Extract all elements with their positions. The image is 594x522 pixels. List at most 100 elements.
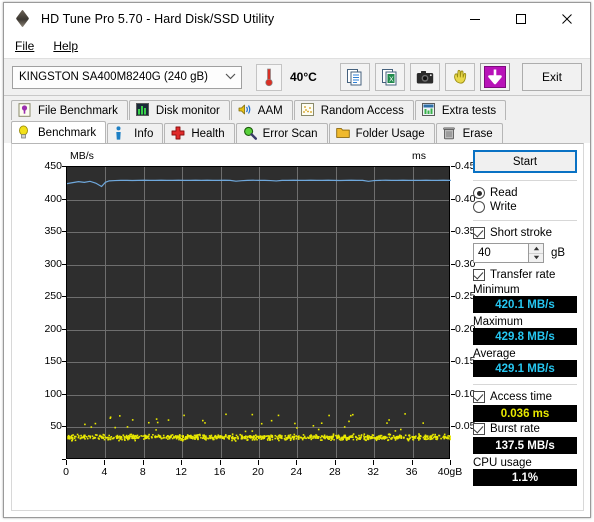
menu-file[interactable]: File bbox=[13, 37, 43, 55]
x-axis-tick-label: 32 bbox=[367, 466, 380, 478]
svg-text:X: X bbox=[389, 76, 394, 83]
red-cross-icon bbox=[171, 126, 186, 141]
tab-benchmark[interactable]: Benchmark bbox=[11, 121, 107, 143]
chart-plot-area[interactable] bbox=[66, 166, 451, 459]
menu-help[interactable]: Help bbox=[51, 37, 87, 55]
tab-label: Info bbox=[134, 127, 154, 140]
purple-download-arrow-icon[interactable] bbox=[480, 63, 510, 91]
y-axis-tick-mark bbox=[62, 263, 66, 265]
folder-icon bbox=[335, 126, 351, 141]
y-axis-unit-left: MB/s bbox=[70, 150, 94, 162]
tab-error-scan[interactable]: Error Scan bbox=[235, 123, 328, 143]
window-title: HD Tune Pro 5.70 - Hard Disk/SSD Utility bbox=[41, 11, 275, 26]
average-label: Average bbox=[473, 348, 516, 360]
checkbox-burst-rate[interactable]: Burst rate bbox=[473, 423, 577, 435]
temperature-value: 40°C bbox=[290, 70, 317, 84]
y-axis-tick-label: 200 bbox=[44, 322, 62, 335]
x-axis-tick-mark bbox=[258, 460, 259, 465]
checkbox-access-time[interactable]: Access time bbox=[473, 391, 577, 403]
drive-select[interactable]: KINGSTON SA400M8240G (240 gB) bbox=[12, 65, 242, 89]
hand-icon[interactable] bbox=[445, 63, 475, 91]
burst-rate-value: 137.5 MB/s bbox=[473, 437, 577, 454]
tab-label: Health bbox=[191, 127, 225, 140]
close-button[interactable] bbox=[544, 3, 590, 34]
tab-label: File Benchmark bbox=[38, 104, 118, 117]
magnifier-icon bbox=[243, 126, 258, 141]
tab-folder-usage[interactable]: Folder Usage bbox=[328, 123, 435, 143]
y-axis-tick-label: 100 bbox=[44, 387, 62, 400]
export-excel-icon[interactable]: X bbox=[375, 63, 405, 91]
short-stroke-value: 40 bbox=[478, 247, 491, 259]
exit-button-label: Exit bbox=[541, 70, 562, 84]
tab-aam[interactable]: AAM bbox=[230, 100, 293, 120]
checkbox-short-stroke-label: Short stroke bbox=[490, 227, 552, 239]
drive-select-value: KINGSTON SA400M8240G (240 gB) bbox=[19, 71, 208, 83]
chart-series-layer bbox=[67, 179, 451, 442]
tab-label: Error Scan bbox=[262, 127, 318, 140]
divider bbox=[473, 180, 577, 181]
tab-random-access[interactable]: Random Access bbox=[293, 100, 414, 120]
spin-up-icon[interactable] bbox=[529, 244, 543, 254]
tab-file-benchmark[interactable]: File Benchmark bbox=[11, 100, 128, 120]
exit-button[interactable]: Exit bbox=[522, 63, 582, 91]
short-stroke-stepper[interactable]: 40 gB bbox=[473, 243, 577, 263]
tab-label: Disk monitor bbox=[155, 104, 220, 117]
start-button-label: Start bbox=[512, 155, 538, 168]
start-button[interactable]: Start bbox=[473, 150, 577, 173]
bar-chart-icon bbox=[135, 103, 151, 118]
radio-write[interactable]: Write bbox=[473, 201, 577, 213]
app-icon bbox=[15, 9, 34, 27]
y-axis-tick-mark bbox=[62, 328, 66, 330]
x-axis-tick-mark bbox=[334, 460, 336, 465]
file-benchmark-icon bbox=[18, 103, 33, 118]
y2-axis-tick-mark bbox=[451, 296, 455, 298]
checkbox-transfer-rate[interactable]: Transfer rate bbox=[473, 269, 577, 281]
chevron-down-icon bbox=[223, 71, 237, 83]
x-axis-tick-label: 20 bbox=[252, 466, 264, 478]
short-stroke-spin-buttons[interactable] bbox=[529, 243, 544, 263]
copy-pages-icon[interactable] bbox=[340, 63, 370, 91]
speaker-icon bbox=[238, 103, 253, 118]
tab-label: Folder Usage bbox=[355, 127, 425, 140]
tab-label: Benchmark bbox=[38, 126, 97, 139]
tab-label: AAM bbox=[257, 104, 283, 117]
tab-erase[interactable]: Erase bbox=[435, 123, 503, 143]
tab-extra-tests[interactable]: Extra tests bbox=[414, 100, 507, 120]
short-stroke-input[interactable]: 40 bbox=[473, 243, 529, 263]
tab-disk-monitor[interactable]: Disk monitor bbox=[128, 100, 230, 120]
radio-read[interactable]: Read bbox=[473, 187, 577, 199]
minimize-button[interactable] bbox=[452, 3, 498, 34]
maximize-button[interactable] bbox=[498, 3, 544, 34]
tab-label: Random Access bbox=[320, 104, 404, 117]
y-axis-tick-label: 50 bbox=[50, 420, 62, 433]
short-stroke-unit: gB bbox=[551, 247, 566, 259]
y-axis-tick-mark bbox=[62, 296, 66, 298]
y2-axis-tick-mark bbox=[451, 166, 455, 167]
divider bbox=[473, 220, 577, 221]
y-axis-tick-mark bbox=[62, 166, 66, 167]
cpu-usage-value: 1.1% bbox=[473, 469, 577, 486]
tab-info[interactable]: Info bbox=[107, 123, 164, 143]
checkbox-short-stroke[interactable]: Short stroke bbox=[473, 227, 577, 239]
camera-icon[interactable] bbox=[410, 63, 440, 91]
access-time-value: 0.036 ms bbox=[473, 405, 577, 422]
y-axis-tick-label: 450 bbox=[44, 160, 62, 172]
scatter-icon bbox=[300, 103, 316, 118]
x-axis-tick-mark bbox=[104, 460, 106, 465]
y-axis-tick-label: 400 bbox=[44, 192, 62, 205]
y-axis-tick-mark bbox=[62, 198, 66, 200]
checkbox-burst-rate-indicator bbox=[473, 423, 485, 435]
y2-axis-tick-mark bbox=[451, 426, 455, 428]
y2-axis-tick-mark bbox=[451, 328, 455, 330]
tab-health[interactable]: Health bbox=[164, 123, 235, 143]
x-axis-tick-mark bbox=[296, 460, 298, 465]
toolbar: KINGSTON SA400M8240G (240 gB) 40°C X Exi… bbox=[4, 58, 590, 96]
spin-down-icon[interactable] bbox=[529, 254, 543, 263]
x-axis-tick-label: 4 bbox=[101, 466, 108, 478]
window-controls bbox=[452, 3, 590, 34]
x-axis-tick-mark bbox=[219, 460, 221, 465]
extra-tests-icon bbox=[421, 103, 437, 118]
divider bbox=[473, 384, 577, 385]
y-axis-tick-label: 350 bbox=[44, 225, 62, 238]
checkbox-access-time-label: Access time bbox=[490, 391, 552, 403]
